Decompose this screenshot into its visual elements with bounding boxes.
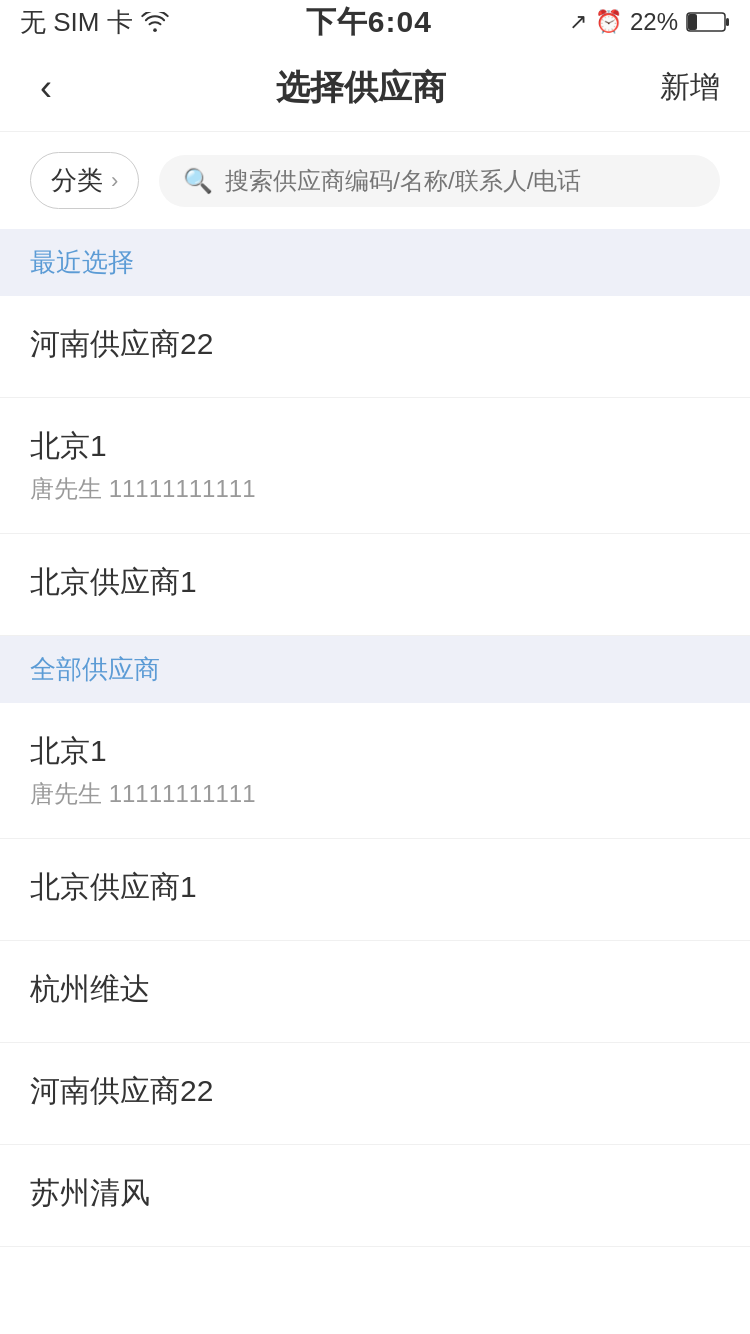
item-name: 北京供应商1 <box>30 562 720 603</box>
list-item[interactable]: 北京1 唐先生 11111111111 <box>0 398 750 534</box>
list-item[interactable]: 北京供应商1 <box>0 839 750 941</box>
recent-section-label: 最近选择 <box>30 247 134 277</box>
item-contact: 唐先生 11111111111 <box>30 473 720 505</box>
back-button[interactable]: ‹ <box>30 57 62 119</box>
chevron-right-icon: › <box>111 168 118 194</box>
search-input[interactable] <box>225 167 696 195</box>
battery-text: 22% <box>630 8 678 36</box>
item-name: 北京供应商1 <box>30 867 720 908</box>
add-button[interactable]: 新增 <box>660 67 720 108</box>
list-item[interactable]: 北京供应商1 <box>0 534 750 636</box>
nav-bar: ‹ 选择供应商 新增 <box>0 44 750 132</box>
carrier-text: 无 SIM 卡 <box>20 5 133 40</box>
item-name: 河南供应商22 <box>30 1071 720 1112</box>
list-item[interactable]: 北京1 唐先生 11111111111 <box>0 703 750 839</box>
location-icon: ↗ <box>569 9 587 35</box>
list-item[interactable]: 杭州维达 <box>0 941 750 1043</box>
all-section-header: 全部供应商 <box>0 636 750 703</box>
status-carrier: 无 SIM 卡 <box>20 5 169 40</box>
status-icons: ↗ ⏰ 22% <box>569 8 730 36</box>
category-filter-button[interactable]: 分类 › <box>30 152 139 209</box>
search-icon: 🔍 <box>183 167 213 195</box>
item-name: 河南供应商22 <box>30 324 720 365</box>
recent-section-header: 最近选择 <box>0 229 750 296</box>
battery-icon <box>686 11 730 33</box>
alarm-icon: ⏰ <box>595 9 622 35</box>
status-time: 下午6:04 <box>306 2 432 43</box>
svg-rect-1 <box>688 14 697 30</box>
item-name: 杭州维达 <box>30 969 720 1010</box>
all-list: 北京1 唐先生 11111111111 北京供应商1 杭州维达 河南供应商22 … <box>0 703 750 1247</box>
svg-rect-2 <box>726 18 729 26</box>
list-item[interactable]: 苏州清风 <box>0 1145 750 1247</box>
all-section-label: 全部供应商 <box>30 654 160 684</box>
item-name: 北京1 <box>30 731 720 772</box>
item-name: 苏州清风 <box>30 1173 720 1214</box>
status-bar: 无 SIM 卡 下午6:04 ↗ ⏰ 22% <box>0 0 750 44</box>
search-area: 分类 › 🔍 <box>0 132 750 229</box>
recent-list: 河南供应商22 北京1 唐先生 11111111111 北京供应商1 <box>0 296 750 636</box>
search-box: 🔍 <box>159 155 720 207</box>
item-name: 北京1 <box>30 426 720 467</box>
list-item[interactable]: 河南供应商22 <box>0 1043 750 1145</box>
list-item[interactable]: 河南供应商22 <box>0 296 750 398</box>
category-label: 分类 <box>51 163 103 198</box>
page-title: 选择供应商 <box>276 65 446 111</box>
item-contact: 唐先生 11111111111 <box>30 778 720 810</box>
wifi-icon <box>141 12 169 32</box>
